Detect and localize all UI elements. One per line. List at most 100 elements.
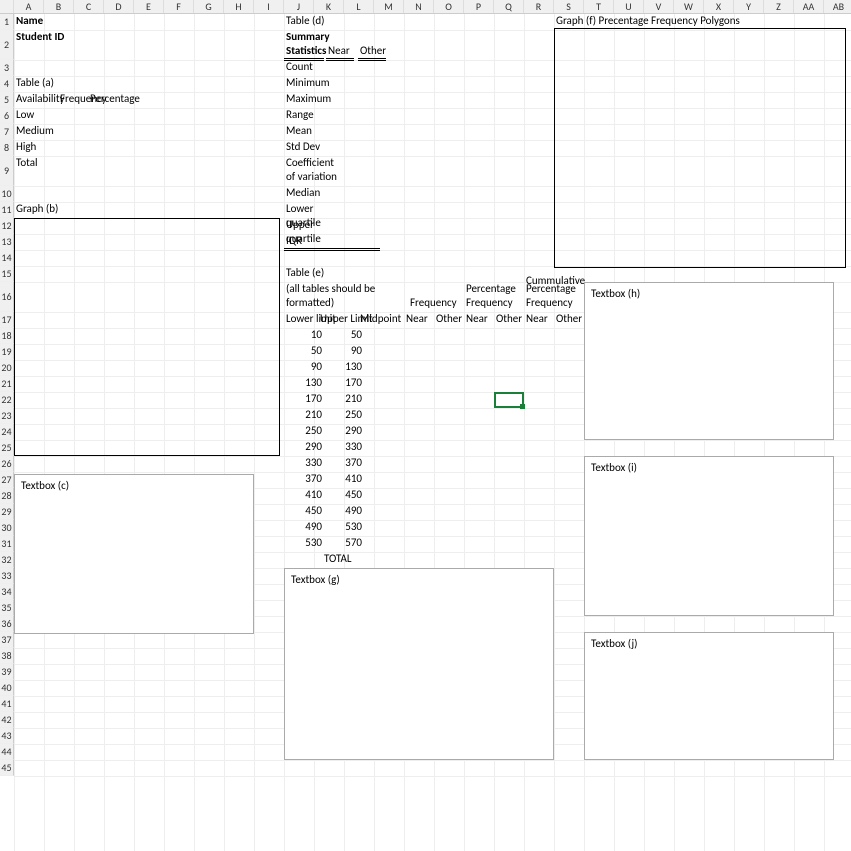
textbox-i[interactable]: Textbox (i) [584, 456, 834, 616]
col-header-O[interactable]: O [434, 0, 464, 13]
bin-lower-2[interactable]: 90 [284, 360, 324, 374]
col-header-A[interactable]: A [14, 0, 44, 13]
row-header-24[interactable]: 24 [0, 424, 14, 440]
col-header-F[interactable]: F [164, 0, 194, 13]
col-header-S[interactable]: S [554, 0, 584, 13]
row-header-18[interactable]: 18 [0, 328, 14, 344]
row-header-23[interactable]: 23 [0, 408, 14, 424]
bin-lower-5[interactable]: 210 [284, 408, 324, 422]
row-header-43[interactable]: 43 [0, 728, 14, 744]
bin-lower-6[interactable]: 250 [284, 424, 324, 438]
row-header-21[interactable]: 21 [0, 376, 14, 392]
row-header-4[interactable]: 4 [0, 76, 14, 92]
row-header-2[interactable]: 2 [0, 30, 14, 60]
selection-cursor[interactable] [494, 392, 524, 408]
row-header-22[interactable]: 22 [0, 392, 14, 408]
row-header-39[interactable]: 39 [0, 664, 14, 680]
bin-lower-13[interactable]: 530 [284, 536, 324, 550]
col-header-Y[interactable]: Y [734, 0, 764, 13]
bin-upper-13[interactable]: 570 [324, 536, 364, 550]
bin-upper-7[interactable]: 330 [324, 440, 364, 454]
row-header-36[interactable]: 36 [0, 616, 14, 632]
col-header-H[interactable]: H [224, 0, 254, 13]
row-header-32[interactable]: 32 [0, 552, 14, 568]
row-header-28[interactable]: 28 [0, 488, 14, 504]
row-header-38[interactable]: 38 [0, 648, 14, 664]
textbox-g[interactable]: Textbox (g) [284, 568, 554, 760]
bin-upper-10[interactable]: 450 [324, 488, 364, 502]
col-header-X[interactable]: X [704, 0, 734, 13]
row-header-16[interactable]: 16 [0, 282, 14, 312]
bin-upper-11[interactable]: 490 [324, 504, 364, 518]
row-header-26[interactable]: 26 [0, 456, 14, 472]
row-header-17[interactable]: 17 [0, 312, 14, 328]
bin-lower-0[interactable]: 10 [284, 328, 324, 342]
bin-upper-0[interactable]: 50 [324, 328, 364, 342]
row-header-31[interactable]: 31 [0, 536, 14, 552]
col-header-V[interactable]: V [644, 0, 674, 13]
row-header-1[interactable]: 1 [0, 14, 14, 30]
bin-lower-3[interactable]: 130 [284, 376, 324, 390]
col-header-D[interactable]: D [104, 0, 134, 13]
row-header-9[interactable]: 9 [0, 156, 14, 186]
bin-lower-7[interactable]: 290 [284, 440, 324, 454]
bin-lower-4[interactable]: 170 [284, 392, 324, 406]
row-header-27[interactable]: 27 [0, 472, 14, 488]
row-header-6[interactable]: 6 [0, 108, 14, 124]
column-headers[interactable]: ABCDEFGHIJKLMNOPQRSTUVWXYZAAAB [0, 0, 851, 14]
textbox-j[interactable]: Textbox (j) [584, 632, 834, 760]
row-header-11[interactable]: 11 [0, 202, 14, 218]
row-header-20[interactable]: 20 [0, 360, 14, 376]
bin-lower-10[interactable]: 410 [284, 488, 324, 502]
row-header-45[interactable]: 45 [0, 760, 14, 776]
bin-upper-4[interactable]: 210 [324, 392, 364, 406]
row-header-8[interactable]: 8 [0, 140, 14, 156]
bin-lower-11[interactable]: 450 [284, 504, 324, 518]
col-header-W[interactable]: W [674, 0, 704, 13]
grid-area[interactable]: Name Student ID Table (a) Availability F… [14, 14, 851, 851]
col-header-L[interactable]: L [344, 0, 374, 13]
bin-upper-8[interactable]: 370 [324, 456, 364, 470]
col-header-K[interactable]: K [314, 0, 344, 13]
col-header-AB[interactable]: AB [824, 0, 851, 13]
col-header-I[interactable]: I [254, 0, 284, 13]
bin-lower-8[interactable]: 330 [284, 456, 324, 470]
row-header-13[interactable]: 13 [0, 234, 14, 250]
col-header-E[interactable]: E [134, 0, 164, 13]
col-header-P[interactable]: P [464, 0, 494, 13]
row-header-19[interactable]: 19 [0, 344, 14, 360]
bin-upper-2[interactable]: 130 [324, 360, 364, 374]
col-header-U[interactable]: U [614, 0, 644, 13]
textbox-c[interactable]: Textbox (c) [14, 474, 254, 634]
row-header-42[interactable]: 42 [0, 712, 14, 728]
col-header-AA[interactable]: AA [794, 0, 824, 13]
bin-lower-9[interactable]: 370 [284, 472, 324, 486]
row-header-29[interactable]: 29 [0, 504, 14, 520]
bin-lower-1[interactable]: 50 [284, 344, 324, 358]
col-header-Z[interactable]: Z [764, 0, 794, 13]
col-header-R[interactable]: R [524, 0, 554, 13]
col-header-G[interactable]: G [194, 0, 224, 13]
row-header-3[interactable]: 3 [0, 60, 14, 76]
col-header-M[interactable]: M [374, 0, 404, 13]
row-header-7[interactable]: 7 [0, 124, 14, 140]
col-header-B[interactable]: B [44, 0, 74, 13]
row-header-40[interactable]: 40 [0, 680, 14, 696]
col-header-Q[interactable]: Q [494, 0, 524, 13]
row-header-33[interactable]: 33 [0, 568, 14, 584]
textbox-h[interactable]: Textbox (h) [584, 282, 834, 440]
bin-upper-6[interactable]: 290 [324, 424, 364, 438]
bin-upper-5[interactable]: 250 [324, 408, 364, 422]
row-header-14[interactable]: 14 [0, 250, 14, 266]
bin-upper-1[interactable]: 90 [324, 344, 364, 358]
bin-lower-12[interactable]: 490 [284, 520, 324, 534]
col-header-C[interactable]: C [74, 0, 104, 13]
row-header-41[interactable]: 41 [0, 696, 14, 712]
col-header-N[interactable]: N [404, 0, 434, 13]
row-headers[interactable]: 1234567891011121314151617181920212223242… [0, 14, 14, 776]
row-header-12[interactable]: 12 [0, 218, 14, 234]
bin-upper-9[interactable]: 410 [324, 472, 364, 486]
row-header-15[interactable]: 15 [0, 266, 14, 282]
row-header-44[interactable]: 44 [0, 744, 14, 760]
col-header-T[interactable]: T [584, 0, 614, 13]
